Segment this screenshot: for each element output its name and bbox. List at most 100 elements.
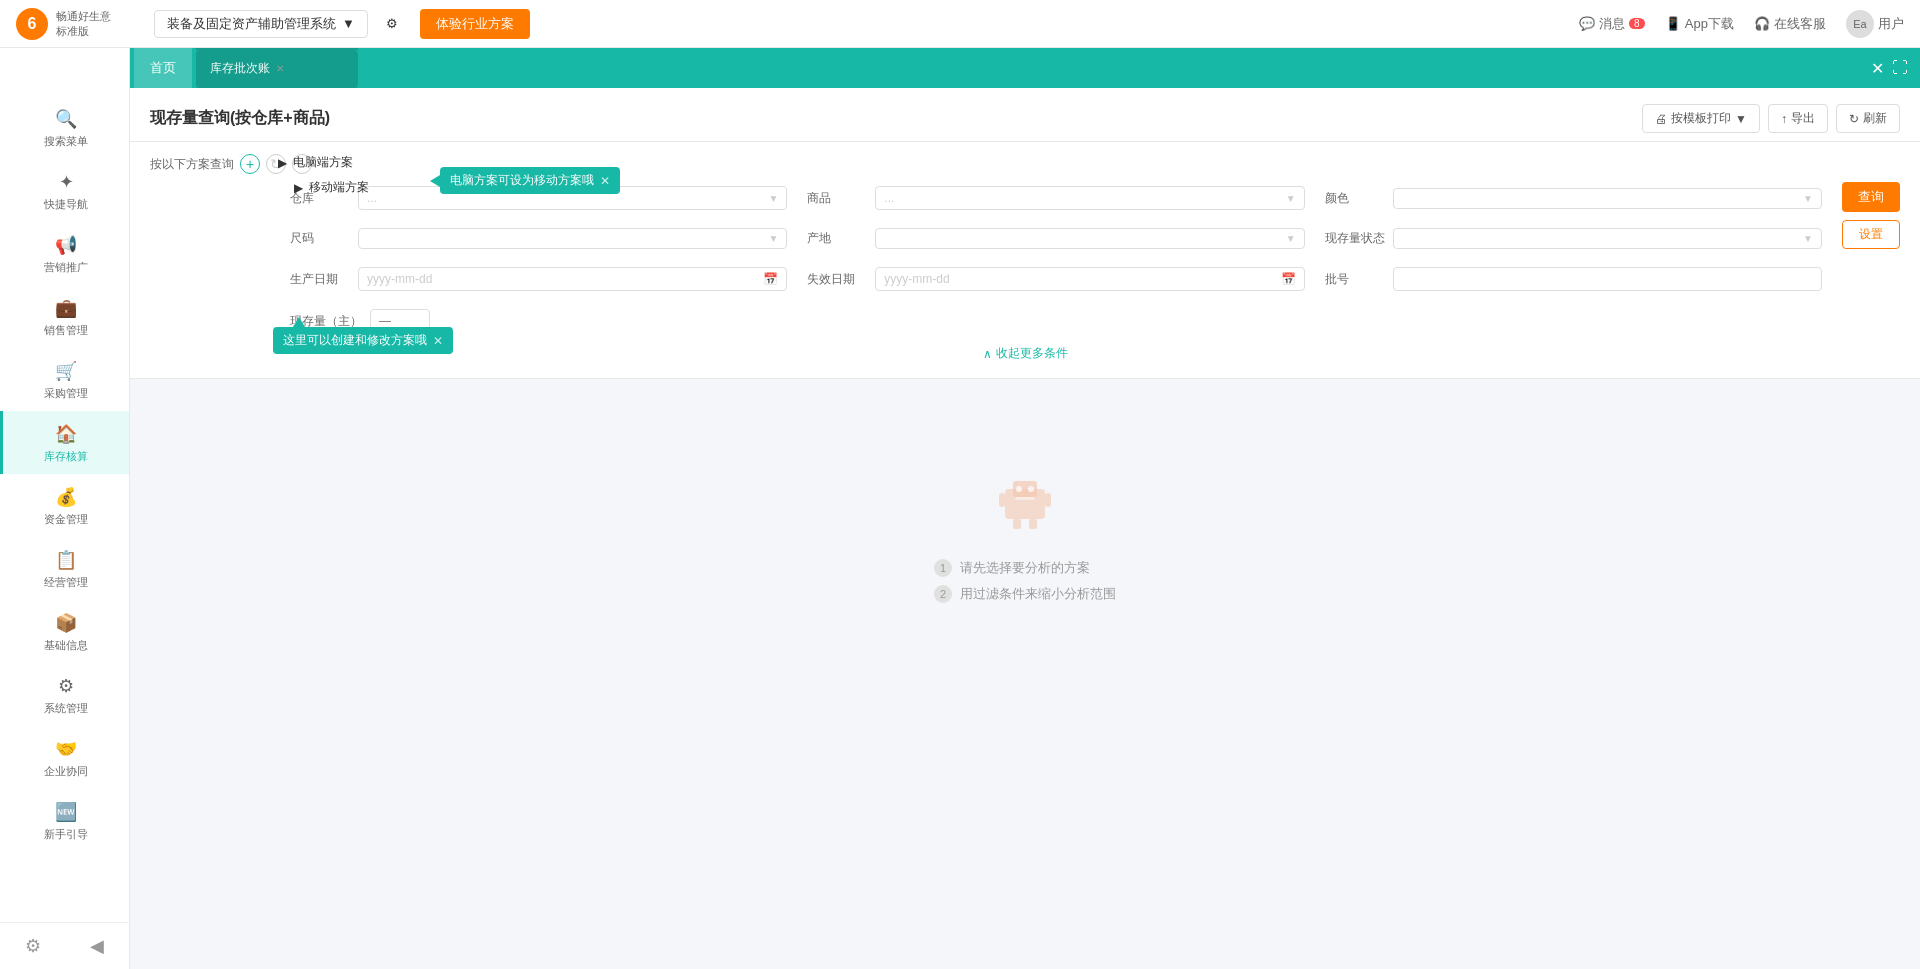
online-support-button[interactable]: 🎧 在线客服 — [1754, 15, 1826, 33]
scheme-panel: ▶ 电脑端方案 ▶ 移动端方案 — [270, 150, 377, 200]
tab-actions: ✕ ⛶ — [1863, 59, 1916, 78]
sidebar-item-guide[interactable]: 🆕新手引导 — [0, 789, 129, 852]
create-scheme-tooltip-close[interactable]: ✕ — [433, 334, 443, 348]
sidebar-item-label-inventory: 库存核算 — [44, 449, 88, 464]
create-scheme-tooltip: 这里可以创建和修改方案哦 ✕ — [273, 327, 453, 354]
phone-icon: 📱 — [1665, 16, 1681, 31]
online-support-label: 在线客服 — [1774, 15, 1826, 33]
scheme-tooltip: 电脑方案可设为移动方案哦 ✕ — [440, 167, 620, 194]
produce-date-input[interactable]: yyyy-mm-dd 📅 — [358, 267, 787, 291]
search-icon: 🔍 — [55, 108, 77, 130]
filter-row-produce-date: 生产日期 yyyy-mm-dd 📅 — [290, 263, 787, 295]
sidebar-collapse-button[interactable]: ◀ — [86, 931, 108, 961]
create-scheme-tooltip-text: 这里可以创建和修改方案哦 — [283, 332, 427, 349]
page-content: 现存量查询(按仓库+商品) 🖨 按模板打印 ▼ ↑ 导出 ↻ — [130, 88, 1920, 969]
tab-home[interactable]: 首页 — [134, 48, 192, 88]
query-button[interactable]: 查询 — [1842, 182, 1900, 212]
setup-button[interactable]: 设置 — [1842, 220, 1900, 249]
batch-no-input[interactable] — [1393, 267, 1822, 291]
scheme-tooltip-text: 电脑方案可设为移动方案哦 — [450, 172, 594, 189]
system-icon: ⚙ — [58, 675, 74, 697]
sidebar-item-label-quick: 快捷导航 — [44, 197, 88, 212]
user-menu[interactable]: Ea 用户 — [1846, 10, 1904, 38]
sidebar: 🔍 搜索菜单 ✦快捷导航📢营销推广💼销售管理🛒采购管理 🏠 库存核算 💰资金管理📋经营管理… — [0, 48, 130, 969]
filter-label: 按以下方案查询 + ↻ ← — [150, 154, 1900, 174]
print-button[interactable]: 🖨 按模板打印 ▼ — [1642, 104, 1760, 133]
sidebar-item-sales[interactable]: 💼销售管理 — [0, 285, 129, 348]
tab-close-all-button[interactable]: ✕ — [1871, 59, 1884, 78]
sidebar-item-search[interactable]: 🔍 搜索菜单 — [0, 96, 129, 159]
sidebar-item-inventory[interactable]: 🏠 库存核算 — [0, 411, 129, 474]
sidebar-item-label-system: 系统管理 — [44, 701, 88, 716]
tab-close-batch-ledger[interactable]: ✕ — [276, 63, 284, 74]
empty-state: 1 请先选择要分析的方案 2 用过滤条件来缩小分析范围 — [130, 379, 1920, 687]
sidebar-item-quick[interactable]: ✦快捷导航 — [0, 159, 129, 222]
svg-point-2 — [1016, 486, 1022, 492]
sidebar-item-purchase[interactable]: 🛒采购管理 — [0, 348, 129, 411]
collapse-icon: ∧ — [983, 347, 992, 361]
origin-select[interactable]: ▼ — [875, 228, 1304, 249]
finance-icon: 💰 — [55, 486, 77, 508]
refresh-label: 刷新 — [1863, 110, 1887, 127]
expire-date-input[interactable]: yyyy-mm-dd 📅 — [875, 267, 1304, 291]
industry-solution-button[interactable]: 体验行业方案 — [420, 9, 530, 39]
tab-batch-ledger[interactable]: 库存批次账✕ — [196, 50, 358, 86]
scheme-mobile-label: 移动端方案 — [309, 179, 369, 196]
settings-button[interactable]: ⚙ — [376, 8, 408, 40]
messages-badge: 8 — [1629, 18, 1645, 29]
scheme-tooltip-close[interactable]: ✕ — [600, 174, 610, 188]
color-select[interactable]: ▼ — [1393, 188, 1822, 209]
basic-icon: 📦 — [55, 612, 77, 634]
svg-rect-4 — [1015, 497, 1035, 500]
messages-label: 消息 — [1599, 15, 1625, 33]
tree-toggle-icon: ▶ — [278, 156, 287, 170]
sidebar-item-operation[interactable]: 📋经营管理 — [0, 537, 129, 600]
produce-date-placeholder: yyyy-mm-dd — [367, 272, 432, 286]
add-scheme-button[interactable]: + — [240, 154, 260, 174]
sidebar-item-finance[interactable]: 💰资金管理 — [0, 474, 129, 537]
scheme-pc-item[interactable]: ▶ 电脑端方案 — [270, 150, 377, 175]
scheme-pc-label: 电脑端方案 — [293, 154, 353, 171]
svg-rect-7 — [1013, 519, 1021, 529]
sidebar-item-label-operation: 经营管理 — [44, 575, 88, 590]
print-icon: 🖨 — [1655, 112, 1667, 126]
app-download-button[interactable]: 📱 App下载 — [1665, 15, 1734, 33]
sidebar-item-marketing[interactable]: 📢营销推广 — [0, 222, 129, 285]
filter-row-stock-status: 现存量状态 ▼ — [1325, 224, 1822, 253]
sidebar-settings-button[interactable]: ⚙ — [21, 931, 45, 961]
chevron-down-icon: ▼ — [1803, 233, 1813, 244]
system-name: 装备及固定资产辅助管理系统 — [167, 15, 336, 33]
query-button-group: 查询 设置 — [1842, 182, 1900, 249]
size-select[interactable]: ▼ — [358, 228, 787, 249]
collapse-button[interactable]: ∧ 收起更多条件 — [983, 345, 1068, 362]
svg-rect-6 — [1045, 493, 1051, 507]
filter-row-expire-date: 失效日期 yyyy-mm-dd 📅 — [807, 263, 1304, 295]
export-button[interactable]: ↑ 导出 — [1768, 104, 1828, 133]
sidebar-item-system[interactable]: ⚙ 系统管理 — [0, 663, 129, 726]
guide-icon: 🆕 — [55, 801, 77, 823]
sidebar-bottom: ⚙ ◀ — [0, 922, 129, 969]
sidebar-item-basic[interactable]: 📦基础信息 — [0, 600, 129, 663]
stock-status-select[interactable]: ▼ — [1393, 228, 1822, 249]
filter-row-origin: 产地 ▼ — [807, 224, 1304, 253]
refresh-button[interactable]: ↻ 刷新 — [1836, 104, 1900, 133]
tab-maximize-button[interactable]: ⛶ — [1892, 59, 1908, 77]
collapse-label: 收起更多条件 — [996, 345, 1068, 362]
calendar-icon: 📅 — [1281, 272, 1296, 286]
scheme-mobile-item[interactable]: ▶ 移动端方案 — [286, 175, 377, 200]
inventory-icon: 🏠 — [55, 423, 77, 445]
calendar-icon: 📅 — [763, 272, 778, 286]
sidebar-item-enterprise[interactable]: 🤝企业协同 — [0, 726, 129, 789]
tree-toggle-icon: ▶ — [294, 181, 303, 195]
goods-select[interactable]: ... ▼ — [875, 186, 1304, 210]
system-selector[interactable]: 装备及固定资产辅助管理系统 ▼ — [154, 10, 368, 38]
messages-button[interactable]: 💬 消息 8 — [1579, 15, 1645, 33]
expire-date-placeholder: yyyy-mm-dd — [884, 272, 949, 286]
export-icon: ↑ — [1781, 112, 1787, 126]
chevron-down-icon: ▼ — [1286, 233, 1296, 244]
svg-rect-5 — [999, 493, 1005, 507]
chevron-down-icon: ▼ — [342, 16, 355, 31]
sidebar-item-label-search: 搜索菜单 — [44, 134, 88, 149]
filter-grid: 仓库 ... ▼ 商品 ... — [290, 182, 1822, 337]
header-actions: 🖨 按模板打印 ▼ ↑ 导出 ↻ 刷新 — [1642, 104, 1900, 133]
